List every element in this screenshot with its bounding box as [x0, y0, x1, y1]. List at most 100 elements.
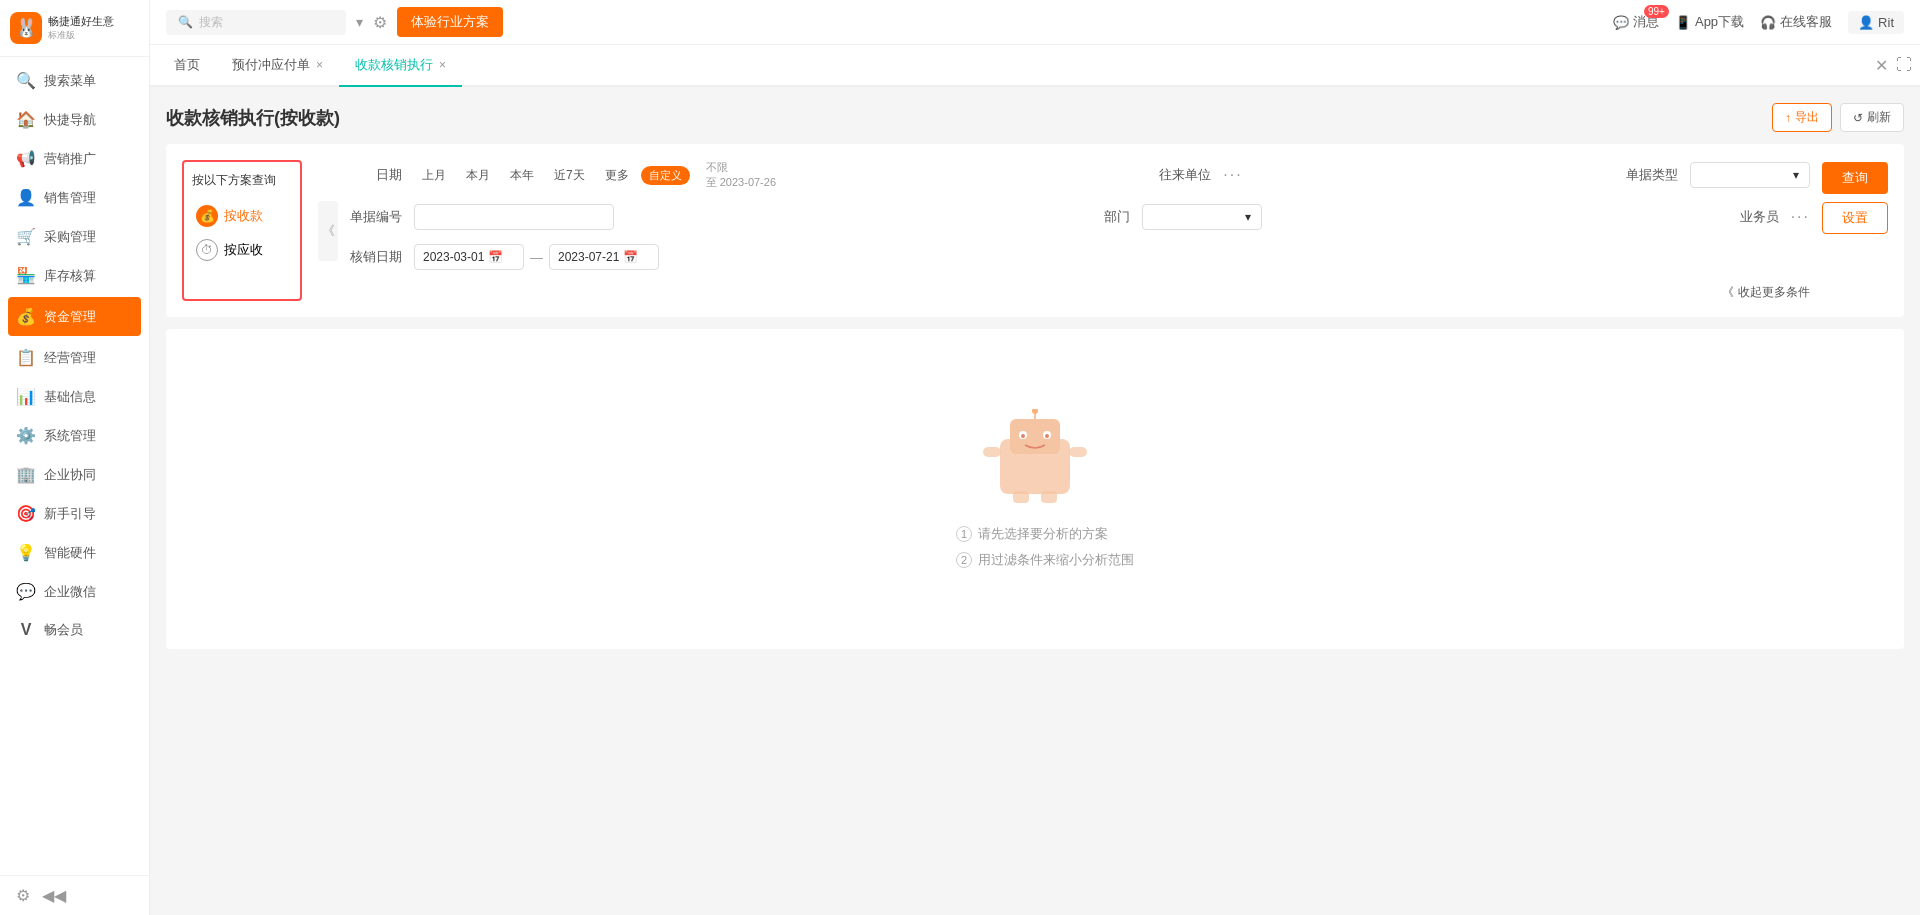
sidebar-item-wechat[interactable]: 💬 企业微信	[0, 572, 149, 611]
bill-no-input[interactable]	[414, 204, 614, 230]
tab-prepay-close[interactable]: ×	[316, 58, 323, 72]
service-icon: 🎧	[1760, 15, 1776, 30]
search-small-icon: 🔍	[178, 15, 193, 29]
sidebar-item-purchase[interactable]: 🛒 采购管理	[0, 217, 149, 256]
query-button[interactable]: 查询	[1822, 162, 1888, 194]
header-right: 💬 消息 99+ 📱 App下载 🎧 在线客服 👤 Rit	[1613, 11, 1904, 34]
svg-rect-8	[983, 447, 1001, 457]
dept-label: 部门	[1078, 208, 1130, 226]
collapse-more-conditions[interactable]: 《 收起更多条件	[350, 284, 1810, 301]
bill-no-label: 单据编号	[350, 208, 402, 226]
online-service[interactable]: 🎧 在线客服	[1760, 13, 1832, 31]
bill-type-label: 单据类型	[1626, 166, 1678, 184]
sidebar-item-label: 搜索菜单	[44, 72, 96, 90]
sidebar-item-label: 快捷导航	[44, 111, 96, 129]
sidebar-item-system[interactable]: ⚙️ 系统管理	[0, 416, 149, 455]
dropdown-icon[interactable]: ▾	[356, 14, 363, 30]
message-icon: 💬	[1613, 15, 1629, 30]
query-type-by-receivable[interactable]: ⏱ 按应收	[192, 233, 292, 267]
step-2-num: 2	[956, 552, 972, 568]
industry-solution-button[interactable]: 体验行业方案	[397, 7, 503, 37]
sidebar-item-search[interactable]: 🔍 搜索菜单	[0, 61, 149, 100]
verify-date-end-input[interactable]: 2023-07-21 📅	[549, 244, 659, 270]
dropdown-chevron-icon: ▾	[1793, 168, 1799, 182]
bill-type-select[interactable]: ▾	[1690, 162, 1810, 188]
app-label: App下载	[1695, 13, 1744, 31]
purchase-icon: 🛒	[16, 227, 36, 246]
date-tab-this-month[interactable]: 本月	[458, 164, 498, 187]
sidebar-item-guide[interactable]: 🎯 新手引导	[0, 494, 149, 533]
sidebar-item-label: 库存核算	[44, 267, 96, 285]
empty-illustration	[975, 409, 1095, 509]
verify-date-start-input[interactable]: 2023-03-01 📅	[414, 244, 524, 270]
collapse-panel-button[interactable]: 《	[318, 201, 338, 261]
date-tab-this-year[interactable]: 本年	[502, 164, 542, 187]
logo-name: 畅捷通好生意	[48, 14, 114, 28]
sidebar-item-quick-nav[interactable]: 🏠 快捷导航	[0, 100, 149, 139]
app-download[interactable]: 📱 App下载	[1675, 13, 1744, 31]
page-title-bar: 收款核销执行(按收款) ↑ 导出 ↺ 刷新	[166, 103, 1904, 132]
empty-state: 1 请先选择要分析的方案 2 用过滤条件来缩小分析范围	[166, 329, 1904, 649]
tab-home[interactable]: 首页	[158, 45, 216, 87]
message-badge[interactable]: 💬 消息 99+	[1613, 13, 1659, 31]
tab-maximize-button[interactable]: ⛶	[1896, 56, 1912, 75]
sidebar-item-label: 销售管理	[44, 189, 96, 207]
sales-icon: 👤	[16, 188, 36, 207]
tab-prepay-label: 预付冲应付单	[232, 56, 310, 74]
tabs-actions: ✕ ⛶	[1875, 56, 1912, 75]
filter-form-actions-row: 日期 上月 本月 本年 近7天 更多 自定义 不限 至	[350, 160, 1888, 301]
robot-svg	[975, 409, 1095, 509]
tab-collection-close[interactable]: ×	[439, 58, 446, 72]
staff-select-trigger[interactable]: ···	[1791, 208, 1810, 226]
sidebar-item-enterprise[interactable]: 🏢 企业协同	[0, 455, 149, 494]
date-tab-7days[interactable]: 近7天	[546, 164, 593, 187]
export-button[interactable]: ↑ 导出	[1772, 103, 1832, 132]
export-icon: ↑	[1785, 111, 1791, 125]
refresh-button[interactable]: ↺ 刷新	[1840, 103, 1904, 132]
basic-icon: 📊	[16, 387, 36, 406]
home-icon: 🏠	[16, 110, 36, 129]
step-1-num: 1	[956, 526, 972, 542]
sidebar-item-operation[interactable]: 📋 经营管理	[0, 338, 149, 377]
date-label: 日期	[350, 166, 402, 184]
user-info[interactable]: 👤 Rit	[1848, 11, 1904, 34]
guide-icon: 🎯	[16, 504, 36, 523]
date-tab-more[interactable]: 更多	[597, 164, 637, 187]
operation-icon: 📋	[16, 348, 36, 367]
receipt-icon: 💰	[196, 205, 218, 227]
sidebar-item-finance[interactable]: 💰 资金管理	[8, 297, 141, 336]
staff-label: 业务员	[1727, 208, 1779, 226]
refresh-icon: ↺	[1853, 111, 1863, 125]
date-tab-last-month[interactable]: 上月	[414, 164, 454, 187]
user-avatar-icon: 👤	[1858, 15, 1874, 30]
header-left: 🔍 搜索 ▾ ⚙ 体验行业方案	[166, 7, 503, 37]
sidebar-item-member[interactable]: V 畅会员	[0, 611, 149, 649]
inventory-icon: 🏪	[16, 266, 36, 285]
setting-button[interactable]: 设置	[1822, 202, 1888, 234]
date-tab-custom[interactable]: 自定义	[641, 166, 690, 185]
filter-right-actions: 查询 设置	[1822, 160, 1888, 301]
collapse-sidebar-icon[interactable]: ◀◀	[42, 886, 66, 905]
query-type-by-receipt[interactable]: 💰 按收款	[192, 199, 292, 233]
header-search-bar[interactable]: 🔍 搜索	[166, 10, 346, 35]
page-actions: ↑ 导出 ↺ 刷新	[1772, 103, 1904, 132]
export-label: 导出	[1795, 109, 1819, 126]
settings-gear-icon[interactable]: ⚙	[16, 886, 30, 905]
date-limit-text: 不限 至 2023-07-26	[706, 160, 776, 190]
collapse-chevrons-icon: 《	[1722, 284, 1734, 301]
dept-select[interactable]: ▾	[1142, 204, 1262, 230]
gear-icon[interactable]: ⚙	[373, 13, 387, 32]
partner-select-trigger[interactable]: ···	[1223, 166, 1242, 184]
tab-close-all-button[interactable]: ✕	[1875, 56, 1888, 75]
sidebar-item-basic[interactable]: 📊 基础信息	[0, 377, 149, 416]
tab-collection[interactable]: 收款核销执行 ×	[339, 45, 462, 87]
sidebar-item-sales[interactable]: 👤 销售管理	[0, 178, 149, 217]
svg-rect-9	[1069, 447, 1087, 457]
tab-prepay[interactable]: 预付冲应付单 ×	[216, 45, 339, 87]
enterprise-icon: 🏢	[16, 465, 36, 484]
sidebar-item-inventory[interactable]: 🏪 库存核算	[0, 256, 149, 295]
sidebar-item-hardware[interactable]: 💡 智能硬件	[0, 533, 149, 572]
sidebar-item-marketing[interactable]: 📢 营销推广	[0, 139, 149, 178]
empty-step-1: 1 请先选择要分析的方案	[956, 525, 1134, 543]
sidebar-item-label: 营销推广	[44, 150, 96, 168]
